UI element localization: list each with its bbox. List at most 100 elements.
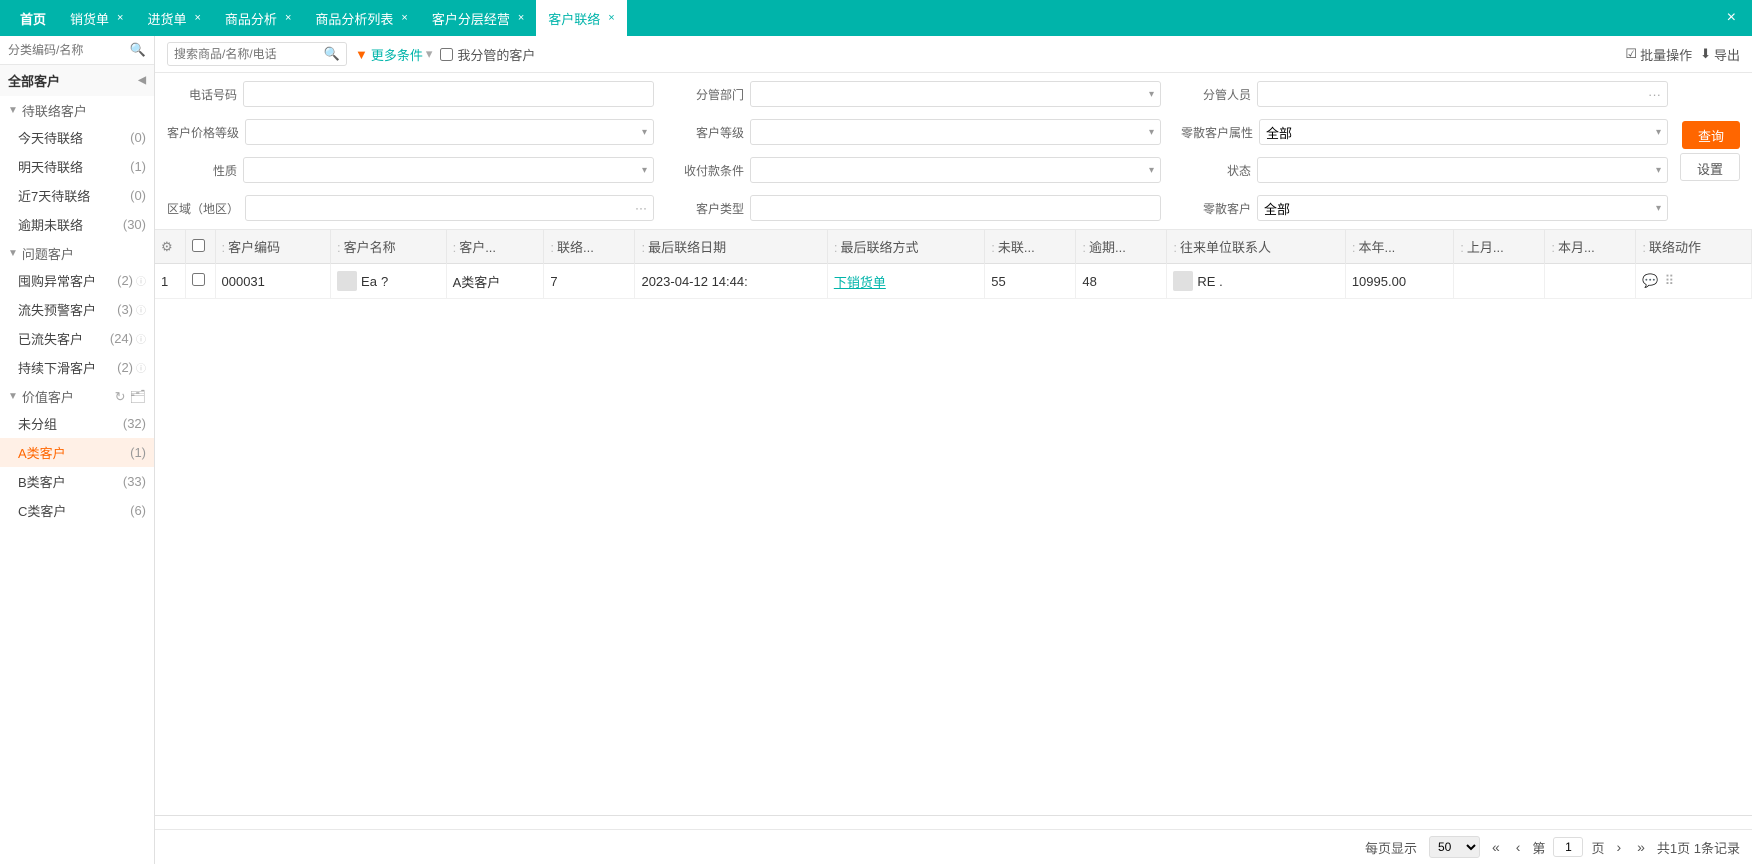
all-customers-header[interactable]: 全部客户 ◀	[0, 65, 154, 96]
first-page-btn[interactable]: «	[1488, 839, 1504, 855]
row-this-month	[1545, 264, 1636, 299]
row-year-amt: 10995.00	[1345, 264, 1453, 299]
sidebar-item-b-class[interactable]: B类客户 (33)	[0, 467, 154, 496]
qr-action-icon[interactable]: ⠿	[1665, 273, 1675, 289]
nav-sales-close[interactable]: ×	[117, 12, 123, 24]
sidebar-item-hoard[interactable]: 囤购异常客户 (2) ⓘ	[0, 266, 154, 295]
sidebar-item-declining[interactable]: 持续下滑客户 (2) ⓘ	[0, 353, 154, 382]
customer-level-label: 客户等级	[674, 124, 744, 141]
value-add-icon[interactable]: 🗂	[129, 389, 146, 405]
page-size-label: 每页显示	[1365, 838, 1417, 857]
sidebar-item-ungrouped[interactable]: 未分组 (32)	[0, 409, 154, 438]
person-label: 分管人员	[1181, 86, 1251, 103]
nature-select[interactable]: ▾	[243, 157, 654, 183]
group-value-label: 价值客户	[22, 387, 74, 406]
value-refresh-icon[interactable]: ↻	[115, 389, 126, 405]
sidebar-item-overdue[interactable]: 逾期未联络 (30)	[0, 210, 154, 239]
nav-goods-analysis-close[interactable]: ×	[285, 12, 291, 24]
region-dots[interactable]: ···	[635, 201, 647, 215]
sidebar-search-input[interactable]	[8, 43, 130, 57]
retail-chev: ▾	[1656, 203, 1661, 214]
row-action: 💬 ⠿	[1636, 264, 1752, 299]
main-search-icon[interactable]: 🔍	[324, 46, 340, 62]
main-search-input[interactable]	[174, 47, 324, 61]
filter-actions: 查询 设置	[1668, 81, 1740, 221]
dept-select[interactable]: ▾	[750, 81, 1161, 107]
nav-home-label: 首页	[20, 9, 46, 28]
col-action: :联络动作	[1636, 230, 1752, 264]
phone-label: 电话号码	[167, 86, 237, 103]
retail-label: 零散客户	[1181, 200, 1251, 217]
page-input[interactable]	[1553, 837, 1583, 857]
gear-icon[interactable]: ⚙	[161, 239, 173, 254]
price-level-select[interactable]: ▾	[245, 119, 654, 145]
retail-select[interactable]: 全部 ▾	[1257, 195, 1668, 221]
query-button[interactable]: 查询	[1682, 121, 1740, 149]
col-contact: :联络...	[544, 230, 635, 264]
row-type: A类客户	[446, 264, 544, 299]
nav-goods-analysis-list[interactable]: 商品分析列表 ×	[303, 0, 419, 36]
region-select[interactable]: ···	[245, 195, 654, 221]
sidebar-item-c-class[interactable]: C类客户 (6)	[0, 496, 154, 525]
nav-goods-analysis[interactable]: 商品分析 ×	[213, 0, 303, 36]
export-button[interactable]: ⬇ 导出	[1700, 45, 1740, 64]
comment-action-icon[interactable]: 💬	[1642, 273, 1658, 289]
row-select-checkbox[interactable]	[192, 273, 205, 286]
nav-purchase[interactable]: 进货单 ×	[135, 0, 212, 36]
sidebar-item-a-class[interactable]: A类客户 (1)	[0, 438, 154, 467]
person-dots[interactable]: ···	[1648, 87, 1661, 102]
customer-type-select[interactable]	[750, 195, 1161, 221]
retail-attr-select[interactable]: 全部 ▾	[1259, 119, 1668, 145]
phone-input[interactable]	[243, 81, 654, 107]
batch-op-button[interactable]: ☑ 批量操作	[1625, 45, 1692, 64]
sidebar-item-today-count: (0)	[130, 130, 146, 145]
group-problem-customers[interactable]: ▼ 问题客户	[0, 239, 154, 266]
sidebar-item-churn-warn[interactable]: 流失预警客户 (3) ⓘ	[0, 295, 154, 324]
nav-customer-segment-close[interactable]: ×	[518, 12, 524, 24]
sidebar-item-week-count: (0)	[130, 188, 146, 203]
row-num: 1	[155, 264, 185, 299]
nav-customer-contact-label: 客户联络	[548, 9, 600, 28]
payment-select[interactable]: ▾	[750, 157, 1161, 183]
last-page-btn[interactable]: »	[1633, 839, 1649, 855]
select-all-checkbox[interactable]	[192, 239, 205, 252]
nav-customer-contact-close[interactable]: ×	[608, 12, 614, 24]
status-select[interactable]: ▾	[1257, 157, 1668, 183]
group-pending-arrow: ▼	[8, 105, 18, 116]
prev-page-btn[interactable]: ‹	[1512, 839, 1525, 855]
person-select[interactable]: ···	[1257, 81, 1668, 107]
sidebar-item-churned[interactable]: 已流失客户 (24) ⓘ	[0, 324, 154, 353]
next-page-btn[interactable]: ›	[1612, 839, 1625, 855]
nav-sales[interactable]: 销货单 ×	[58, 0, 135, 36]
filter-row-4: 区域（地区） ··· 客户类型	[167, 195, 1668, 221]
settings-button[interactable]: 设置	[1680, 153, 1740, 181]
nav-purchase-close[interactable]: ×	[194, 12, 200, 24]
last-method-link[interactable]: 下销货单	[834, 275, 886, 290]
region-label: 区域（地区）	[167, 200, 239, 217]
window-close-button[interactable]: ×	[1719, 9, 1744, 27]
col-this-month: :本月...	[1545, 230, 1636, 264]
sidebar-item-tomorrow[interactable]: 明天待联络 (1)	[0, 152, 154, 181]
my-customers-checkbox[interactable]	[440, 48, 453, 61]
horizontal-scrollbar[interactable]	[155, 815, 1752, 829]
page-size-select[interactable]: 50 100 200	[1429, 836, 1480, 858]
sidebar-item-churn-warn-count: (3)	[117, 302, 133, 317]
more-filters-button[interactable]: ▼ 更多条件 ▾	[355, 45, 432, 64]
nav-goods-analysis-list-close[interactable]: ×	[401, 12, 407, 24]
col-type: :客户...	[446, 230, 544, 264]
group-value-customers[interactable]: ▼ 价值客户 ↻ 🗂	[0, 382, 154, 409]
nav-home[interactable]: 首页	[8, 0, 58, 36]
sidebar-item-churned-count: (24)	[110, 331, 133, 346]
col-last-method: :最后联络方式	[827, 230, 984, 264]
sidebar-item-b-class-label: B类客户	[18, 472, 66, 491]
nav-customer-segment[interactable]: 客户分层经营 ×	[420, 0, 536, 36]
group-value-arrow: ▼	[8, 391, 18, 402]
sidebar-item-week[interactable]: 近7天待联络 (0)	[0, 181, 154, 210]
collapse-icon: ◀	[138, 75, 146, 86]
filter-row-1: 电话号码 分管部门 ▾ 分管人员	[167, 81, 1668, 107]
group-pending-contact[interactable]: ▼ 待联络客户	[0, 96, 154, 123]
customer-level-select[interactable]: ▾	[750, 119, 1161, 145]
sidebar-item-today[interactable]: 今天待联络 (0)	[0, 123, 154, 152]
nav-customer-contact[interactable]: 客户联络 ×	[536, 0, 626, 36]
filter-cell-customer-level: 客户等级 ▾	[674, 119, 1161, 145]
